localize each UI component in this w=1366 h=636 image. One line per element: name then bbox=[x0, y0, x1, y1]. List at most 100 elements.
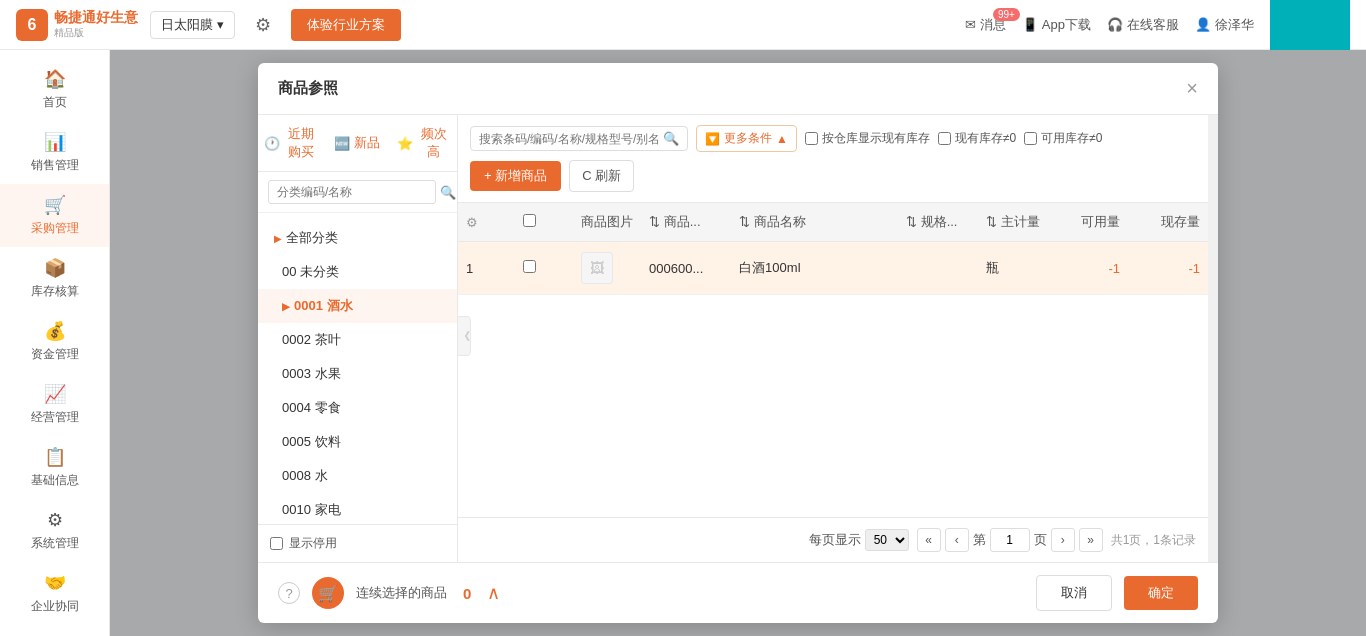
page-label: 第 bbox=[973, 531, 986, 549]
next-page-btn[interactable]: › bbox=[1051, 528, 1075, 552]
category-0002[interactable]: 0002 茶叶 bbox=[258, 323, 457, 357]
product-reference-modal: 商品参照 × 🕐 近期购买 🆕 新品 bbox=[258, 63, 1218, 623]
sidebar-item-system[interactable]: ⚙ 系统管理 bbox=[0, 499, 109, 562]
table-header-row: ⚙ 商品图片 ⇅ 商品... ⇅ 商品名称 bbox=[458, 203, 1208, 242]
sidebar-label-finance: 资金管理 bbox=[31, 346, 79, 363]
left-panel: 🕐 近期购买 🆕 新品 ⭐ 频次高 《 bbox=[258, 115, 458, 562]
th-unit-label: 主计量 bbox=[1001, 214, 1040, 229]
cancel-btn[interactable]: 取消 bbox=[1036, 575, 1112, 611]
system-icon: ⚙ bbox=[47, 509, 63, 531]
sort-icon-unit: ⇅ bbox=[986, 214, 997, 229]
category-0010[interactable]: 0010 家电 bbox=[258, 493, 457, 524]
category-0003[interactable]: 0003 水果 bbox=[258, 357, 457, 391]
help-icon[interactable]: ? bbox=[278, 582, 300, 604]
th-name[interactable]: ⇅ 商品名称 bbox=[731, 203, 898, 242]
trial-btn[interactable]: 体验行业方案 bbox=[291, 9, 401, 41]
product-table-area: ⚙ 商品图片 ⇅ 商品... ⇅ 商品名称 bbox=[458, 203, 1208, 517]
inventory-icon: 📦 bbox=[44, 257, 66, 279]
sidebar-item-inventory[interactable]: 📦 库存核算 bbox=[0, 247, 109, 310]
warehouse-stock-check[interactable]: 按仓库显示现有库存 bbox=[805, 130, 930, 147]
app-download-btn[interactable]: 📱 App下载 bbox=[1022, 16, 1091, 34]
category-uncategorized[interactable]: 00 未分类 bbox=[258, 255, 457, 289]
refresh-btn[interactable]: C 刷新 bbox=[569, 160, 634, 192]
page-total: 共1页，1条记录 bbox=[1111, 532, 1196, 549]
th-spec-label: 规格... bbox=[921, 214, 958, 229]
category-all[interactable]: ▶ 全部分类 bbox=[258, 221, 457, 255]
sidebar-item-sales[interactable]: 📊 销售管理 bbox=[0, 121, 109, 184]
th-available: 可用量 bbox=[1048, 203, 1128, 242]
tab-recent-label: 近期购买 bbox=[284, 125, 318, 161]
sidebar-label-home: 首页 bbox=[43, 94, 67, 111]
arrow-icon-all: ▶ bbox=[274, 233, 282, 244]
sidebar-label-inventory: 库存核算 bbox=[31, 283, 79, 300]
phone-icon: 📱 bbox=[1022, 17, 1038, 32]
collapse-icon[interactable]: ∧ bbox=[487, 582, 500, 604]
category-0001[interactable]: ▶ 0001 酒水 bbox=[258, 289, 457, 323]
product-image: 🖼 bbox=[581, 252, 613, 284]
modal-close-button[interactable]: × bbox=[1186, 77, 1198, 100]
first-page-btn[interactable]: « bbox=[917, 528, 941, 552]
sidebar-item-basic[interactable]: 📋 基础信息 bbox=[0, 436, 109, 499]
th-gear: ⚙ bbox=[458, 203, 515, 242]
brand-name: 畅捷通好生意 bbox=[54, 9, 138, 26]
prev-page-btn[interactable]: ‹ bbox=[945, 528, 969, 552]
page-input[interactable] bbox=[990, 528, 1030, 552]
message-btn[interactable]: ✉ 消息 99+ bbox=[965, 16, 1006, 34]
sidebar-item-finance[interactable]: 💰 资金管理 bbox=[0, 310, 109, 373]
category-0005-label: 0005 饮料 bbox=[282, 433, 341, 451]
cell-image: 🖼 bbox=[573, 242, 641, 295]
new-icon: 🆕 bbox=[334, 136, 350, 151]
main-layout: 🏠 首页 📊 销售管理 🛒 采购管理 📦 库存核算 💰 资金管理 📈 经营管理 … bbox=[0, 50, 1366, 636]
row-checkbox[interactable] bbox=[523, 260, 536, 273]
left-panel-tabs: 🕐 近期购买 🆕 新品 ⭐ 频次高 bbox=[258, 115, 457, 172]
th-unit[interactable]: ⇅ 主计量 bbox=[978, 203, 1048, 242]
modal-title: 商品参照 bbox=[278, 79, 338, 98]
user-menu[interactable]: 👤 徐泽华 bbox=[1195, 16, 1254, 34]
available-stock-checkbox[interactable] bbox=[1024, 132, 1037, 145]
sidebar: 🏠 首页 📊 销售管理 🛒 采购管理 📦 库存核算 💰 资金管理 📈 经营管理 … bbox=[0, 50, 110, 636]
recent-icon: 🕐 bbox=[264, 136, 280, 151]
sidebar-item-purchase[interactable]: 🛒 采购管理 bbox=[0, 184, 109, 247]
tab-recent[interactable]: 🕐 近期购买 bbox=[258, 115, 324, 171]
tab-new[interactable]: 🆕 新品 bbox=[324, 115, 390, 171]
confirm-btn[interactable]: 确定 bbox=[1124, 576, 1198, 610]
modal-scrollbar[interactable] bbox=[1208, 115, 1218, 562]
category-0001-label: 0001 酒水 bbox=[294, 297, 353, 315]
th-spec[interactable]: ⇅ 规格... bbox=[898, 203, 978, 242]
sidebar-item-business[interactable]: 📈 经营管理 bbox=[0, 373, 109, 436]
add-product-btn[interactable]: + 新增商品 bbox=[470, 161, 561, 191]
tab-frequent[interactable]: ⭐ 频次高 bbox=[391, 115, 457, 171]
gear-icon[interactable]: ⚙ bbox=[247, 9, 279, 41]
category-0004[interactable]: 0004 零食 bbox=[258, 391, 457, 425]
sidebar-item-home[interactable]: 🏠 首页 bbox=[0, 58, 109, 121]
gear-icon[interactable]: ⚙ bbox=[466, 215, 478, 230]
cell-code: 000600... bbox=[641, 242, 731, 295]
current-stock-check[interactable]: 现有库存≠0 bbox=[938, 130, 1016, 147]
nav-selector[interactable]: 日太阳膜 ▾ bbox=[150, 11, 235, 39]
cart-icon[interactable]: 🛒 bbox=[312, 577, 344, 609]
teal-area bbox=[1270, 0, 1350, 50]
show-disabled-checkbox[interactable] bbox=[270, 537, 283, 550]
message-icon: ✉ bbox=[965, 17, 976, 32]
page-size-select: 每页显示 50 bbox=[809, 529, 909, 551]
last-page-btn[interactable]: » bbox=[1079, 528, 1103, 552]
left-panel-collapse-btn[interactable]: 《 bbox=[457, 316, 471, 356]
sidebar-item-guide[interactable]: 📚 新手引导 bbox=[0, 625, 109, 636]
category-0008[interactable]: 0008 水 bbox=[258, 459, 457, 493]
service-btn[interactable]: 🎧 在线客服 bbox=[1107, 16, 1179, 34]
current-stock-checkbox[interactable] bbox=[938, 132, 951, 145]
per-page-dropdown[interactable]: 50 bbox=[865, 529, 909, 551]
table-row[interactable]: 1 🖼 000600... 白酒100ml 瓶 -1 bbox=[458, 242, 1208, 295]
brand-sub: 精品版 bbox=[54, 26, 138, 40]
select-all-checkbox[interactable] bbox=[523, 214, 536, 227]
cell-unit: 瓶 bbox=[978, 242, 1048, 295]
warehouse-stock-checkbox[interactable] bbox=[805, 132, 818, 145]
product-search-input[interactable] bbox=[479, 132, 659, 146]
sidebar-item-enterprise[interactable]: 🤝 企业协同 bbox=[0, 562, 109, 625]
category-search-input[interactable] bbox=[268, 180, 436, 204]
filter-btn[interactable]: 🔽 更多条件 ▲ bbox=[696, 125, 797, 152]
th-code[interactable]: ⇅ 商品... bbox=[641, 203, 731, 242]
category-0005[interactable]: 0005 饮料 bbox=[258, 425, 457, 459]
chevron-down-icon: ▾ bbox=[217, 17, 224, 32]
available-stock-check[interactable]: 可用库存≠0 bbox=[1024, 130, 1102, 147]
